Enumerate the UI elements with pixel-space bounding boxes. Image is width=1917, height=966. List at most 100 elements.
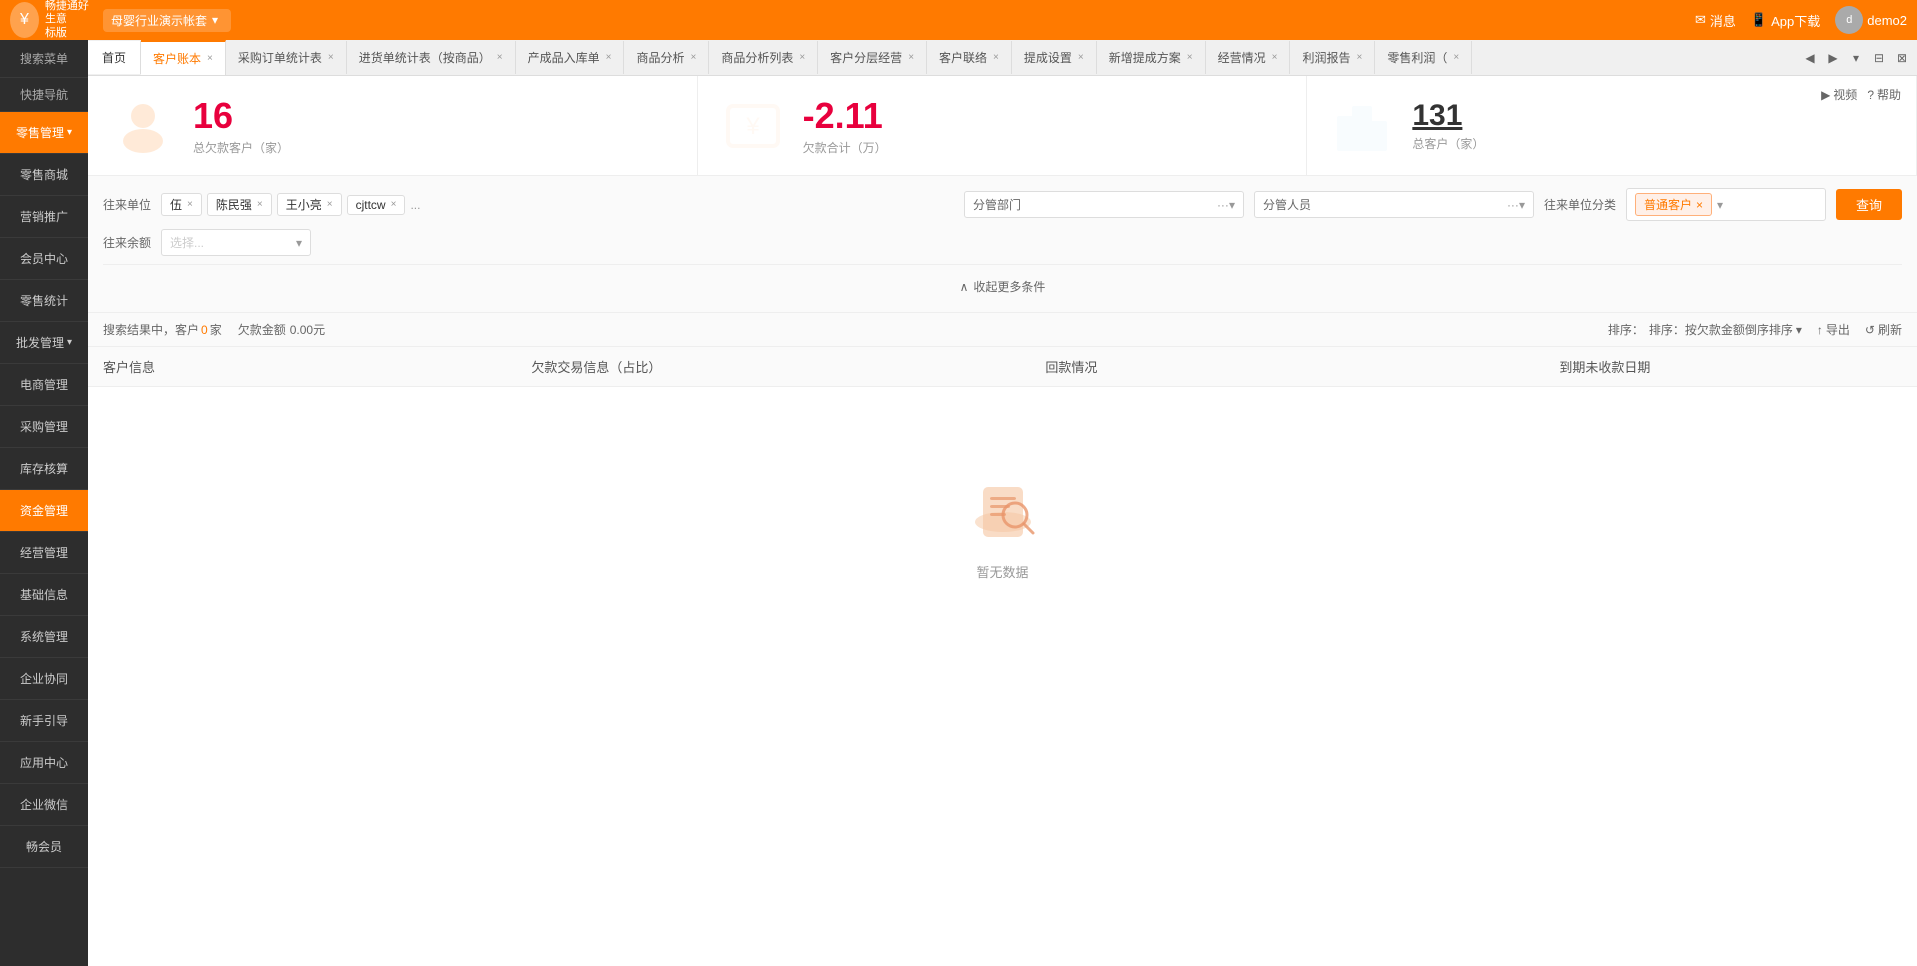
tab-close-product-analysis-list[interactable]: × <box>799 52 805 63</box>
sidebar: 搜索菜单 快捷导航 零售管理 ▾ 零售商城 营销推广 会员中心 零售统计 批发管… <box>0 40 88 966</box>
refresh-btn[interactable]: ↺ 刷新 <box>1865 321 1902 338</box>
sidebar-item-enterprise-collab[interactable]: 企业协同 <box>0 658 88 700</box>
collapse-row: ∧ 收起更多条件 <box>103 264 1902 300</box>
tab-customer-tiered[interactable]: 客户分层经营 × <box>818 41 927 74</box>
empty-state: 暂无数据 <box>88 387 1917 661</box>
tabs-maximize-btn[interactable]: ⊠ <box>1892 48 1912 68</box>
sidebar-item-finance[interactable]: 资金管理 <box>0 490 88 532</box>
sidebar-item-wholesale[interactable]: 批发管理 ▾ <box>0 322 88 364</box>
collapse-button[interactable]: ∧ 收起更多条件 <box>103 273 1902 300</box>
sidebar-item-app-center[interactable]: 应用中心 <box>0 742 88 784</box>
results-bar: 搜索结果中，客户 0 家 欠款金额 0.00元 排序： 排序：按欠款金额倒序排序… <box>88 313 1917 347</box>
tab-profit-report[interactable]: 利润报告 × <box>1290 41 1375 74</box>
query-button[interactable]: 查询 <box>1836 189 1902 220</box>
user-menu[interactable]: d demo2 <box>1835 6 1907 34</box>
unit-type-selector[interactable]: 普通客户 × ▾ <box>1626 188 1826 221</box>
tab-customer-accounts[interactable]: 客户账本 × <box>141 40 226 75</box>
filter-tag-cjttcw[interactable]: cjttcw × <box>347 195 406 215</box>
sidebar-item-vip-member[interactable]: 畅会员 <box>0 826 88 868</box>
dept-selector[interactable]: 分管部门 ··· ▾ <box>964 191 1244 218</box>
sidebar-item-marketing[interactable]: 营销推广 <box>0 196 88 238</box>
sidebar-quick-nav[interactable]: 快捷导航 <box>0 78 88 112</box>
remove-tag-cjttcw[interactable]: × <box>391 199 397 210</box>
tab-close-retail-profit[interactable]: × <box>1453 52 1459 63</box>
person-selector[interactable]: 分管人员 ··· ▾ <box>1254 191 1534 218</box>
filter-tag-wu[interactable]: 伍 × <box>161 193 202 216</box>
tab-product-analysis-list[interactable]: 商品分析列表 × <box>709 41 818 74</box>
remain-chevron-icon: ▾ <box>296 236 302 250</box>
sidebar-item-new-user[interactable]: 新手引导 <box>0 700 88 742</box>
remove-tag-wu[interactable]: × <box>187 199 193 210</box>
remove-tag-wang[interactable]: × <box>327 199 333 210</box>
empty-icon <box>963 467 1043 547</box>
sidebar-item-operations[interactable]: 经营管理 <box>0 532 88 574</box>
filter-row-2: 往来余额 选择... ▾ <box>103 229 1902 256</box>
tabs-minimize-btn[interactable]: ⊟ <box>1869 48 1889 68</box>
message-btn[interactable]: ✉ 消息 <box>1695 11 1736 30</box>
tab-product-analysis[interactable]: 商品分析 × <box>624 41 709 74</box>
tabs-next-btn[interactable]: ▶ <box>1823 48 1843 68</box>
sidebar-item-wechat[interactable]: 企业微信 <box>0 784 88 826</box>
page-content: 16 总欠款客户（家） ¥ -2.11 <box>88 76 1917 966</box>
tab-close-business-situation[interactable]: × <box>1272 52 1278 63</box>
sidebar-item-retail-stats[interactable]: 零售统计 <box>0 280 88 322</box>
sidebar-item-retail-mall[interactable]: 零售商城 <box>0 154 88 196</box>
remove-tag-chen[interactable]: × <box>257 199 263 210</box>
sidebar-item-ecommerce[interactable]: 电商管理 <box>0 364 88 406</box>
tab-close-new-raise-plan[interactable]: × <box>1187 52 1193 63</box>
stat-card-debt: ¥ -2.11 欠款合计（万） <box>698 76 1308 175</box>
tab-close-purchase-orders[interactable]: × <box>328 52 334 63</box>
tab-purchase-stats[interactable]: 进货单统计表（按商品） × <box>347 41 516 74</box>
sidebar-item-retail[interactable]: 零售管理 ▾ <box>0 112 88 154</box>
tab-close-product-analysis[interactable]: × <box>690 52 696 63</box>
tab-close-customer-tiered[interactable]: × <box>908 52 914 63</box>
tab-close-product-entry[interactable]: × <box>606 52 612 63</box>
debt-amount: 0.00元 <box>290 321 325 338</box>
filter-more-tags[interactable]: ... <box>410 198 420 212</box>
tab-retail-profit[interactable]: 零售利润（ × <box>1375 41 1472 74</box>
tab-new-raise-plan[interactable]: 新增提成方案 × <box>1097 41 1206 74</box>
unit-type-chevron-icon: ▾ <box>1717 198 1723 212</box>
results-text2: 家 <box>210 321 222 338</box>
tab-close-purchase-stats[interactable]: × <box>497 52 503 63</box>
app-download-btn[interactable]: 📱 App下载 <box>1751 11 1820 30</box>
video-btn[interactable]: ▶ 视频 <box>1821 86 1857 103</box>
tabs-prev-btn[interactable]: ◀ <box>1800 48 1820 68</box>
sidebar-item-inventory[interactable]: 库存核算 <box>0 448 88 490</box>
sidebar-item-member[interactable]: 会员中心 <box>0 238 88 280</box>
logo-text: 畅捷通好生意 标版 <box>45 0 98 40</box>
dept-label: 分管部门 <box>973 196 1021 213</box>
tab-customer-contact[interactable]: 客户联络 × <box>927 41 1012 74</box>
tab-close-customer-contact[interactable]: × <box>993 52 999 63</box>
filter-tag-chen[interactable]: 陈民强 × <box>207 193 272 216</box>
person-selector-dots[interactable]: ··· <box>1507 198 1519 212</box>
export-btn[interactable]: ↑ 导出 <box>1817 321 1850 338</box>
tab-business-situation[interactable]: 经营情况 × <box>1206 41 1291 74</box>
sidebar-item-basic-info[interactable]: 基础信息 <box>0 574 88 616</box>
filter-row-1: 往来单位 伍 × 陈民强 × 王小亮 <box>103 188 1902 221</box>
sidebar-search[interactable]: 搜索菜单 <box>0 40 88 78</box>
filter-tag-wang[interactable]: 王小亮 × <box>277 193 342 216</box>
sort-btn[interactable]: 排序：按欠款金额倒序排序 ▾ <box>1649 321 1802 338</box>
dept-selector-dots[interactable]: ··· <box>1217 198 1229 212</box>
help-btn[interactable]: ? 帮助 <box>1867 86 1901 103</box>
stat-customers-content: 16 总欠款客户（家） <box>193 95 289 156</box>
remain-selector[interactable]: 选择... ▾ <box>161 229 311 256</box>
tab-home[interactable]: 首页 <box>88 41 141 74</box>
tab-product-entry[interactable]: 产成品入库单 × <box>516 41 625 74</box>
sidebar-item-purchase[interactable]: 采购管理 <box>0 406 88 448</box>
stat-debt-content: -2.11 欠款合计（万） <box>803 95 887 156</box>
tab-raise-settings[interactable]: 提成设置 × <box>1012 41 1097 74</box>
remain-filter-label: 往来余额 <box>103 234 151 251</box>
top-bar-right: ✉ 消息 📱 App下载 d demo2 <box>1695 6 1907 34</box>
tab-purchase-orders[interactable]: 采购订单统计表 × <box>226 41 347 74</box>
tab-close-customer-accounts[interactable]: × <box>207 53 213 64</box>
remove-unit-type-tag[interactable]: × <box>1696 198 1703 212</box>
app-download-label: App下载 <box>1771 11 1820 30</box>
tab-close-raise-settings[interactable]: × <box>1078 52 1084 63</box>
account-selector[interactable]: 母婴行业演示帐套 ▾ <box>103 9 231 32</box>
unit-type-tag[interactable]: 普通客户 × <box>1635 193 1712 216</box>
tab-close-profit-report[interactable]: × <box>1356 52 1362 63</box>
tabs-menu-btn[interactable]: ▾ <box>1846 48 1866 68</box>
sidebar-item-system[interactable]: 系统管理 <box>0 616 88 658</box>
